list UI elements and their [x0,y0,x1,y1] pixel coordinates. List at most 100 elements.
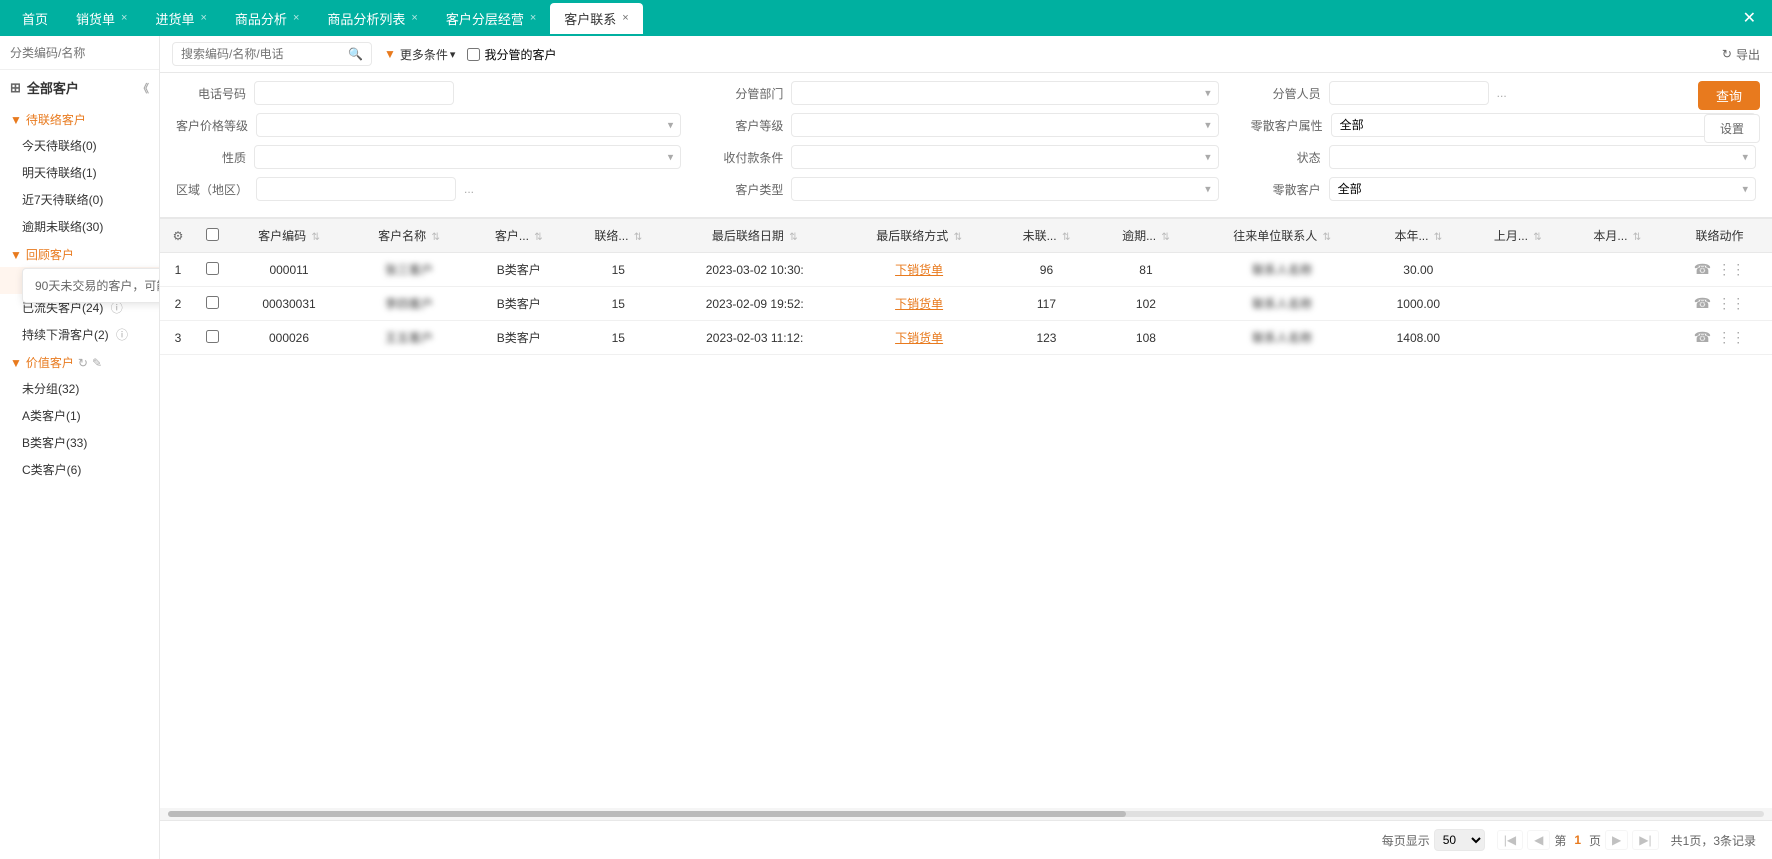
last-page-button[interactable]: ▶| [1632,830,1658,850]
row1-last-method[interactable]: 下销货单 [841,253,996,287]
row2-more-icon[interactable]: ⋮⋮ [1717,295,1745,312]
customer-level-select[interactable] [791,113,1218,137]
payment-select[interactable] [791,145,1218,169]
sidebar-group-title-review[interactable]: ▼ 回顾客户 [0,240,159,267]
tab-close-icon[interactable]: × [622,12,628,24]
edit-icon[interactable]: ✎ [92,356,102,370]
col-settings[interactable]: ⚙ [160,219,196,253]
row3-method-link[interactable]: 下销货单 [895,331,943,345]
row2-contact-icon[interactable]: ☎ [1694,295,1711,312]
my-customers-checkbox[interactable]: 我分管的客户 [467,46,556,63]
sidebar-group-title-value[interactable]: ▼ 价值客户 ↻ ✎ [0,348,159,375]
tab-close-icon[interactable]: × [411,12,417,24]
tab-home[interactable]: 首页 [8,3,62,34]
query-button[interactable]: 查询 [1698,81,1760,110]
sort-icon[interactable]: ⇅ [432,232,440,243]
tooltip-box: 90天未交易的客户，可能有流失风险。 [22,268,160,303]
filter-search-input[interactable] [181,47,344,61]
sidebar-item-c-class[interactable]: C类客户(6) [0,456,159,483]
filter-field-customer-type: 客户类型 [713,177,1218,201]
row1-contacts: 联系人名称 [1196,253,1369,287]
first-page-button[interactable]: |◀ [1497,830,1523,850]
filter-more-conditions[interactable]: ▼ 更多条件 ▾ [384,46,455,63]
sort-icon[interactable]: ⇅ [312,232,320,243]
sidebar-item-declining[interactable]: 持续下滑客户(2) ⓘ [0,321,159,348]
content: 🔍 ▼ 更多条件 ▾ 我分管的客户 ↻ 导出 [160,36,1772,859]
settings-button[interactable]: 设置 [1704,114,1760,143]
page-size-select[interactable]: 50 20 100 [1434,829,1485,851]
sidebar-group-title-pending[interactable]: ▼ 待联络客户 [0,105,159,132]
export-button[interactable]: ↻ 导出 [1722,46,1760,63]
sort-icon[interactable]: ⇅ [634,232,642,243]
filter-field-status: 状态 [1251,145,1756,169]
payment-select-wrap [791,145,1218,169]
filter-search-icon[interactable]: 🔍 [348,47,363,61]
next-page-button[interactable]: ▶ [1605,830,1628,850]
row1-contact-icon[interactable]: ☎ [1694,261,1711,278]
sidebar-all-customers[interactable]: ⊞ 全部客户 《 [0,70,159,105]
sort-icon[interactable]: ⇅ [534,232,542,243]
row2-checkbox[interactable] [206,296,219,309]
sort-icon[interactable]: ⇅ [789,232,797,243]
scrollbar-thumb[interactable] [168,811,1126,817]
window-close-button[interactable]: ✕ [1735,4,1764,32]
row3-checkbox-cell [196,321,229,355]
sidebar-item-overdue[interactable]: 逾期未联络(30) [0,213,159,240]
tab-customer-contact[interactable]: 客户联系 × [550,3,642,34]
row2-method-link[interactable]: 下销货单 [895,297,943,311]
phone-input[interactable] [254,81,454,105]
region-input[interactable] [256,177,456,201]
row2-checkbox-cell [196,287,229,321]
select-all-checkbox[interactable] [206,228,219,241]
sidebar-search-input[interactable] [10,46,160,60]
row3-checkbox[interactable] [206,330,219,343]
tab-product-analysis[interactable]: 商品分析 × [221,3,313,34]
prev-page-button[interactable]: ◀ [1527,830,1550,850]
tab-close-icon[interactable]: × [200,12,206,24]
retail-attr-select[interactable]: 全部 [1331,113,1756,137]
sidebar-item-today[interactable]: 今天待联络(0) [0,132,159,159]
sidebar-item-a-class[interactable]: A类客户(1) [0,402,159,429]
my-customers-check[interactable] [467,48,480,61]
sidebar-item-b-class[interactable]: B类客户(33) [0,429,159,456]
row2-name: 李四客户 [349,287,469,321]
row3-last-method[interactable]: 下销货单 [841,321,996,355]
horizontal-scrollbar[interactable] [160,808,1772,820]
sort-icon[interactable]: ⇅ [1633,232,1641,243]
tab-purchase-order[interactable]: 进货单 × [141,3,220,34]
sidebar-item-7days[interactable]: 近7天待联络(0) [0,186,159,213]
sort-icon[interactable]: ⇅ [1533,232,1541,243]
tab-product-analysis-list[interactable]: 商品分析列表 × [313,3,431,34]
sidebar-item-tomorrow[interactable]: 明天待联络(1) [0,159,159,186]
person-input[interactable] [1329,81,1489,105]
sort-icon[interactable]: ⇅ [1434,232,1442,243]
tab-customer-layer[interactable]: 客户分层经营 × [432,3,550,34]
row1-more-icon[interactable]: ⋮⋮ [1717,261,1745,278]
status-select[interactable] [1329,145,1756,169]
retail-customer-select[interactable]: 全部 [1329,177,1756,201]
dept-select[interactable] [791,81,1218,105]
region-ellipsis[interactable]: ... [456,182,482,196]
row1-checkbox[interactable] [206,262,219,275]
col-last-date-label: 最后联络日期 [712,229,784,243]
customer-type-select[interactable] [791,177,1218,201]
chevron-down-icon: ▾ [450,48,456,61]
tab-close-icon[interactable]: × [530,12,536,24]
tab-close-icon[interactable]: × [121,12,127,24]
sort-icon[interactable]: ⇅ [1161,232,1169,243]
refresh-icon[interactable]: ↻ [78,356,88,370]
sort-icon[interactable]: ⇅ [1062,232,1070,243]
row3-more-icon[interactable]: ⋮⋮ [1717,329,1745,346]
tab-sales-order[interactable]: 销货单 × [62,3,141,34]
price-level-select[interactable] [256,113,681,137]
sidebar-item-unclassified[interactable]: 未分组(32) [0,375,159,402]
filter-field-phone: 电话号码 [176,81,681,105]
row3-contact-icon[interactable]: ☎ [1694,329,1711,346]
nature-select[interactable] [254,145,681,169]
tab-close-icon[interactable]: × [293,12,299,24]
row2-last-method[interactable]: 下销货单 [841,287,996,321]
person-ellipsis[interactable]: ... [1489,86,1515,100]
sort-icon[interactable]: ⇅ [1323,232,1331,243]
sort-icon[interactable]: ⇅ [954,232,962,243]
row1-method-link[interactable]: 下销货单 [895,263,943,277]
